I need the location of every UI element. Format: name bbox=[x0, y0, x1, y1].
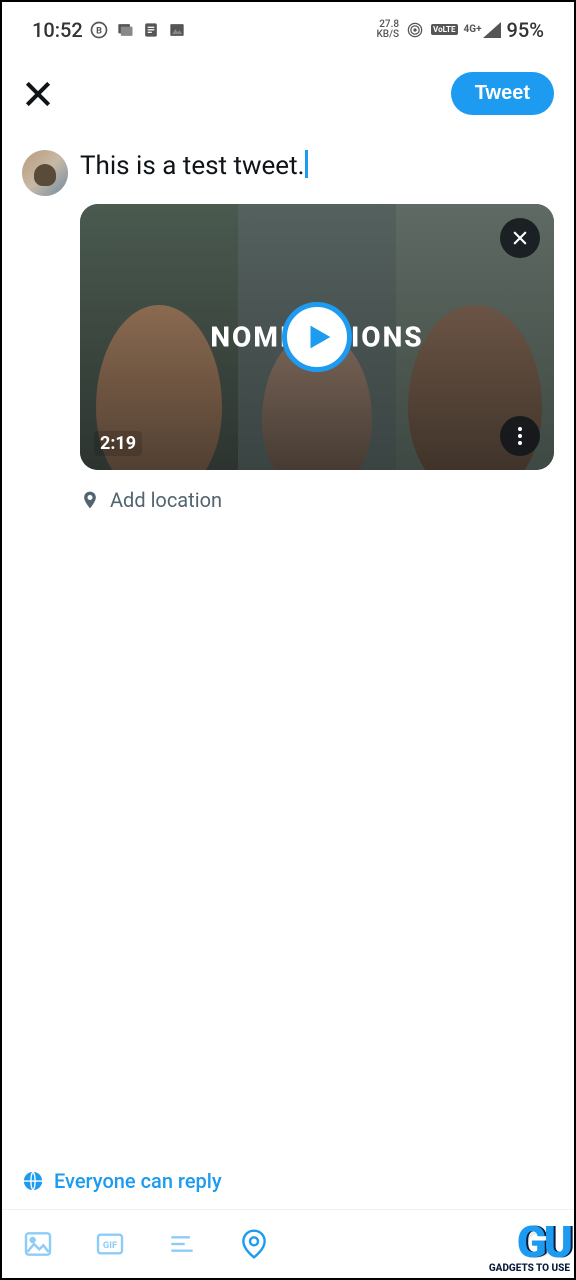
reply-scope-label: Everyone can reply bbox=[54, 1169, 222, 1193]
media-picker-icon[interactable] bbox=[22, 1228, 54, 1260]
android-status-bar: 10:52 B 27.8 KB/S VoLTE 4G+ 95% bbox=[2, 2, 574, 57]
compose-body: This is a test tweet. NOMINATIONS 2:19 A… bbox=[2, 130, 574, 512]
battery-percent: 95% bbox=[507, 18, 544, 42]
signal-icon: 4G+ bbox=[464, 22, 501, 38]
close-icon[interactable] bbox=[22, 78, 54, 110]
location-pin-icon bbox=[80, 490, 100, 510]
chat-icon bbox=[115, 20, 135, 40]
status-network-speed: 27.8 KB/S bbox=[376, 20, 399, 40]
remove-media-button[interactable] bbox=[500, 218, 540, 258]
image-icon bbox=[167, 20, 187, 40]
reply-scope-button[interactable]: Everyone can reply bbox=[2, 1153, 574, 1210]
hotspot-icon bbox=[405, 20, 425, 40]
add-location-label: Add location bbox=[110, 488, 222, 512]
doc-icon bbox=[141, 20, 161, 40]
gif-picker-icon[interactable]: GIF bbox=[94, 1228, 126, 1260]
video-attachment[interactable]: NOMINATIONS 2:19 bbox=[80, 204, 554, 471]
svg-text:GIF: GIF bbox=[103, 1240, 117, 1251]
avatar[interactable] bbox=[22, 150, 68, 196]
svg-text:B: B bbox=[96, 26, 102, 36]
globe-icon bbox=[22, 1170, 44, 1192]
tweet-button[interactable]: Tweet bbox=[451, 72, 554, 115]
brand-watermark: GU GADGETS TO USE bbox=[489, 1220, 570, 1274]
add-location-button[interactable]: Add location bbox=[80, 488, 554, 512]
video-duration: 2:19 bbox=[94, 431, 142, 456]
compose-header: Tweet bbox=[2, 57, 574, 130]
tweet-text-input[interactable]: This is a test tweet. bbox=[80, 150, 554, 184]
volte-badge: VoLTE bbox=[431, 24, 457, 35]
location-icon[interactable] bbox=[238, 1228, 270, 1260]
play-icon[interactable] bbox=[282, 302, 352, 372]
b-circle-icon: B bbox=[89, 20, 109, 40]
poll-icon[interactable] bbox=[166, 1228, 198, 1260]
status-time: 10:52 bbox=[32, 18, 83, 42]
